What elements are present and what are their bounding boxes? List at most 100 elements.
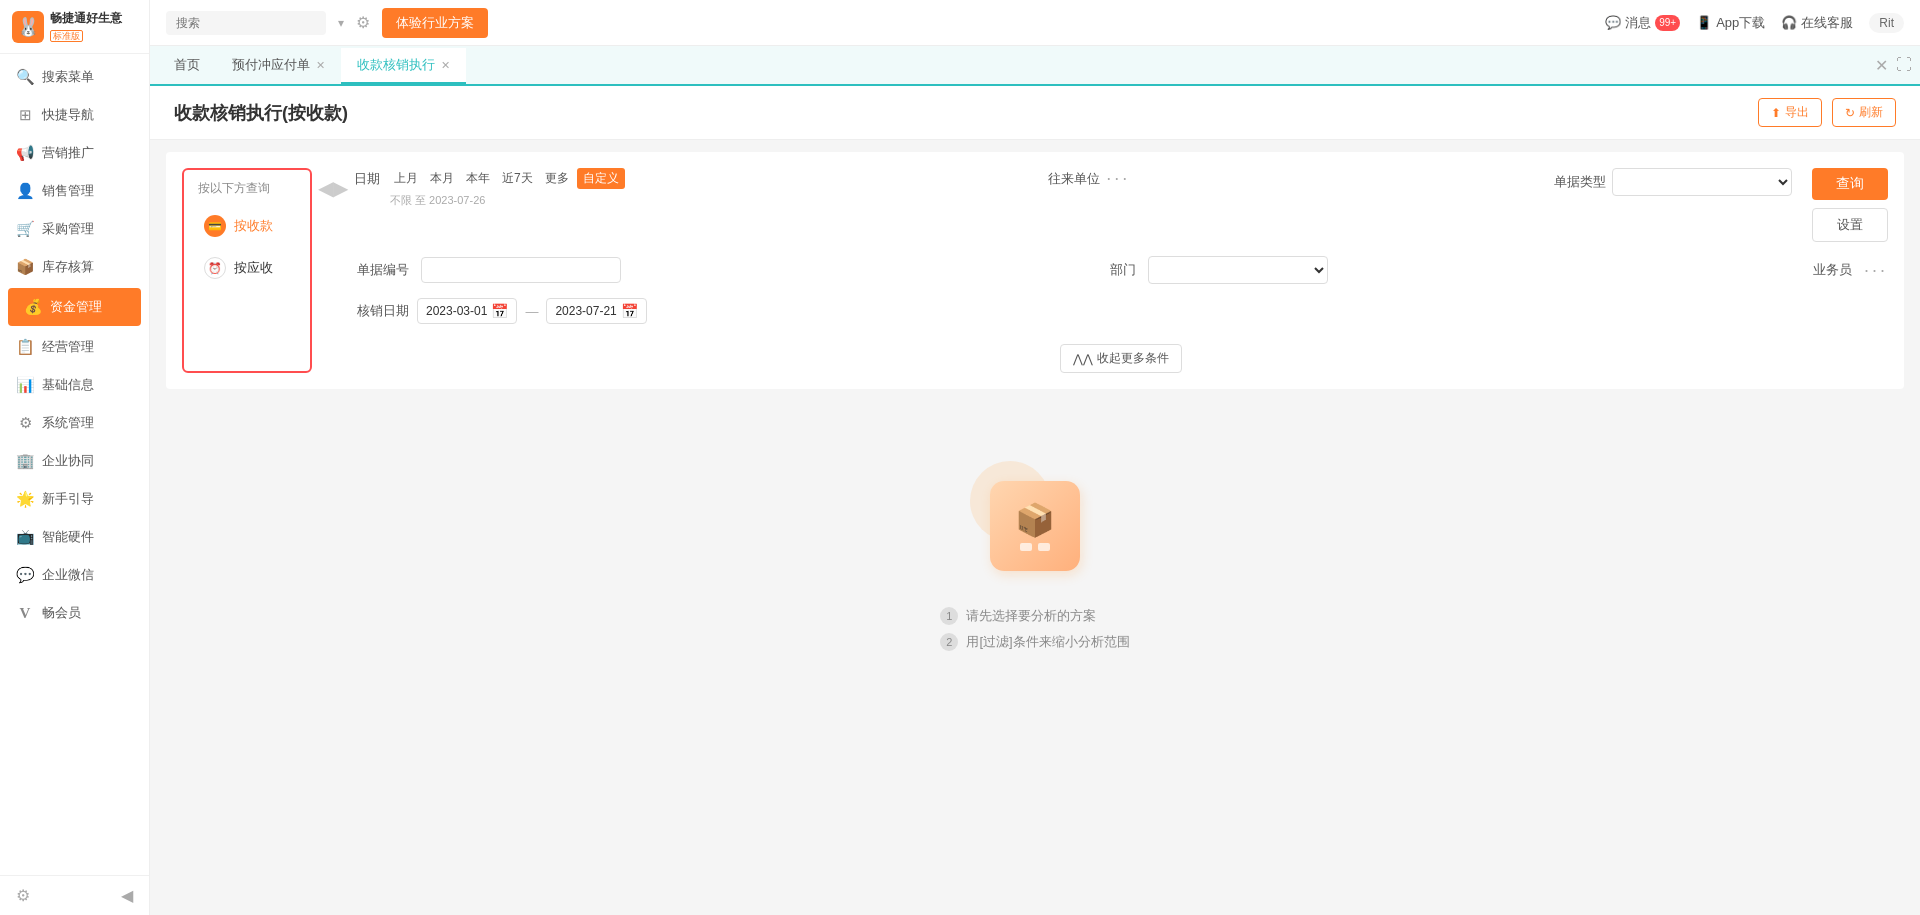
logo-text: 畅捷通好生意 标准版 [50,10,122,43]
message-btn[interactable]: 💬 消息 99+ [1605,14,1680,32]
shortcut-this-month[interactable]: 本月 [426,168,458,189]
tabs-bar: 首页 预付冲应付单 ✕ 收款核销执行 ✕ ✕ ⛶ [150,46,1920,86]
filter-by-receipt[interactable]: 💳 按收款 [198,211,296,241]
filter-options-panel: 按以下方查询 💳 按收款 ⏰ 按应收 [182,168,312,373]
verify-date-label: 核销日期 [354,302,409,320]
date-label: 日期 [354,170,384,188]
building-icon: 🏢 [16,452,34,470]
tab-home[interactable]: 首页 [158,48,216,84]
clipboard-icon: 📋 [16,338,34,356]
filter-panel: 按以下方查询 💳 按收款 ⏰ 按应收 ◀▶ 日期 [166,152,1904,389]
filter-by-receivable[interactable]: ⏰ 按应收 [198,253,296,283]
app-download-btn[interactable]: 📱 App下载 [1696,14,1765,32]
dept-select[interactable] [1148,256,1328,284]
topbar: ▾ ⚙ 体验行业方案 💬 消息 99+ 📱 App下载 🎧 在线客服 Rit [150,0,1920,46]
page-title: 收款核销执行(按收款) [174,101,348,125]
user-tag[interactable]: Rit [1869,13,1904,33]
filter-row-1: 日期 上月 本月 本年 近7天 更多 自定义 不限 至 2023-07-26 [354,168,1888,242]
phone-icon: 📱 [1696,15,1712,30]
shortcut-last-month[interactable]: 上月 [390,168,422,189]
page-header: 收款核销执行(按收款) ⬆ 导出 ↻ 刷新 [150,86,1920,140]
shortcut-custom[interactable]: 自定义 [577,168,625,189]
staff-more-icon[interactable]: ··· [1864,260,1888,281]
dept-label: 部门 [1106,261,1136,279]
sidebar-item-operations[interactable]: 📋 经营管理 [0,328,149,366]
sidebar-item-inventory[interactable]: 📦 库存核算 [0,248,149,286]
topbar-chevron-icon[interactable]: ▾ [338,16,344,30]
sidebar-item-finance[interactable]: 💰 资金管理 [8,288,141,326]
sidebar-item-marketing[interactable]: 📢 营销推广 [0,134,149,172]
cart-icon: 🛒 [16,220,34,238]
sidebar-item-search-menu[interactable]: 🔍 搜索菜单 [0,58,149,96]
shortcut-7-days[interactable]: 近7天 [498,168,537,189]
settings-button[interactable]: 设置 [1812,208,1888,242]
tab-receipt-verify[interactable]: 收款核销执行 ✕ [341,48,466,84]
tab-prepay-conflict[interactable]: 预付冲应付单 ✕ [216,48,341,84]
megaphone-icon: 📢 [16,144,34,162]
docno-input[interactable] [421,257,621,283]
counterpart-more-icon[interactable]: ··· [1106,168,1130,189]
topbar-search-input[interactable] [166,11,326,35]
settings-bottom-icon[interactable]: ⚙ [16,886,30,905]
chart-icon: 📊 [16,376,34,394]
search-icon: 🔍 [16,68,34,86]
counterpart-label: 往来单位 [1045,170,1100,188]
page-content: 收款核销执行(按收款) ⬆ 导出 ↻ 刷新 按以下方查询 💳 按收款 [150,86,1920,915]
calendar-end-icon: 📅 [621,303,638,319]
message-icon: 💬 [1605,15,1621,30]
sidebar: 🐰 畅捷通好生意 标准版 🔍 搜索菜单 ⊞ 快捷导航 📢 营销推广 👤 销售管理… [0,0,150,915]
sidebar-item-member[interactable]: V 畅会员 [0,594,149,632]
sidebar-item-smart-hw[interactable]: 📺 智能硬件 [0,518,149,556]
collapse-more-container: ⋀⋀ 收起更多条件 [354,336,1888,373]
vip-icon: V [16,605,34,622]
staff-label: 业务员 [1812,261,1852,279]
sidebar-item-sales[interactable]: 👤 销售管理 [0,172,149,210]
tabs-actions: ✕ ⛶ [1875,56,1912,75]
doctype-select[interactable] [1612,168,1792,196]
sidebar-item-quick-nav[interactable]: ⊞ 快捷导航 [0,96,149,134]
calendar-start-icon: 📅 [491,303,508,319]
online-service-btn[interactable]: 🎧 在线客服 [1781,14,1853,32]
tab-close-window-icon[interactable]: ✕ [1875,56,1888,75]
sidebar-item-guide[interactable]: 🌟 新手引导 [0,480,149,518]
collapse-more-button[interactable]: ⋀⋀ 收起更多条件 [1060,344,1182,373]
date-field: 日期 上月 本月 本年 近7天 更多 自定义 不限 至 2023-07-26 [354,168,625,208]
verify-date-end[interactable]: 2023-07-21 📅 [546,298,646,324]
sidebar-item-enterprise[interactable]: 🏢 企业协同 [0,442,149,480]
logo-area: 🐰 畅捷通好生意 标准版 [0,0,149,54]
doctype-field: 单据类型 [1551,168,1792,196]
shortcut-more[interactable]: 更多 [541,168,573,189]
sidebar-item-wechat[interactable]: 💬 企业微信 [0,556,149,594]
verify-date-start[interactable]: 2023-03-01 📅 [417,298,517,324]
collapse-sidebar-icon[interactable]: ◀ [121,886,133,905]
wechat-icon: 💬 [16,566,34,584]
monitor-icon: 📺 [16,528,34,546]
date-hint: 不限 至 2023-07-26 [354,193,625,208]
topbar-gear-icon[interactable]: ⚙ [356,13,370,32]
sidebar-item-system[interactable]: ⚙ 系统管理 [0,404,149,442]
empty-illustration: 📦 [970,461,1100,591]
tab-prepay-conflict-close[interactable]: ✕ [316,59,325,72]
tab-fullscreen-icon[interactable]: ⛶ [1896,56,1912,74]
filter-row-3: 核销日期 2023-03-01 📅 — 2023-07-21 📅 [354,298,1888,324]
refresh-button[interactable]: ↻ 刷新 [1832,98,1896,127]
receipt-icon: 💳 [204,215,226,237]
industry-solution-button[interactable]: 体验行业方案 [382,8,488,38]
logo-icon: 🐰 [12,11,44,43]
sidebar-item-purchase[interactable]: 🛒 采购管理 [0,210,149,248]
shortcut-this-year[interactable]: 本年 [462,168,494,189]
filter-section-title: 按以下方查询 [198,180,296,197]
chevron-up-icon: ⋀⋀ [1073,352,1093,366]
query-buttons: 查询 设置 [1812,168,1888,242]
empty-hints: 1 请先选择要分析的方案 2 用[过滤]条件来缩小分析范围 [940,607,1129,651]
export-button[interactable]: ⬆ 导出 [1758,98,1822,127]
user-icon: 👤 [16,182,34,200]
main-area: ▾ ⚙ 体验行业方案 💬 消息 99+ 📱 App下载 🎧 在线客服 Rit 首… [150,0,1920,915]
sidebar-item-basic-info[interactable]: 📊 基础信息 [0,366,149,404]
docno-label: 单据编号 [354,261,409,279]
tab-receipt-verify-close[interactable]: ✕ [441,59,450,72]
query-button[interactable]: 查询 [1812,168,1888,200]
filter-collapse-icon[interactable]: ◀▶ [312,168,354,208]
topbar-right-actions: 💬 消息 99+ 📱 App下载 🎧 在线客服 Rit [1605,13,1904,33]
empty-hint-1: 1 请先选择要分析的方案 [940,607,1129,625]
